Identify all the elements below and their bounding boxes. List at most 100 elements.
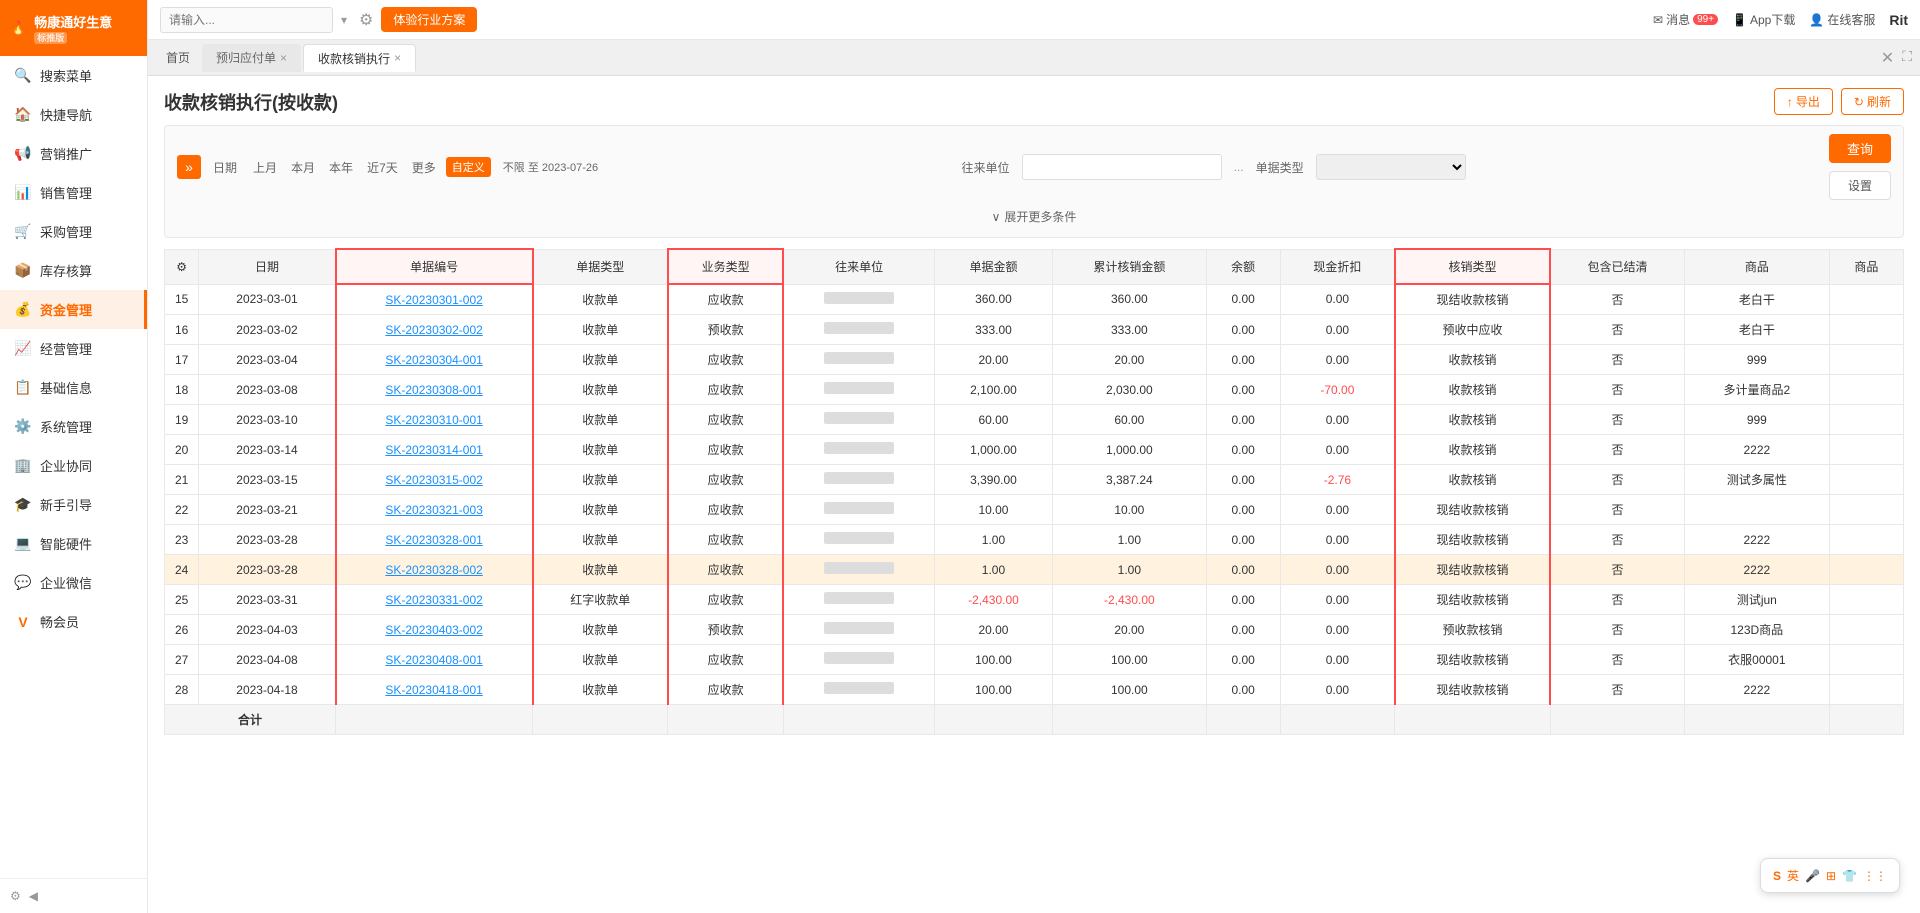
online-service-action[interactable]: 👤 在线客服 (1809, 11, 1875, 28)
code-link[interactable]: SK-20230308-001 (385, 383, 482, 397)
cell-goods1: 123D商品 (1685, 615, 1830, 645)
tab-payable[interactable]: 预归应付单 × (202, 44, 301, 72)
cell-bill-type: 收款单 (533, 615, 668, 645)
cell-date: 2023-03-08 (199, 375, 336, 405)
refresh-button[interactable]: ↻ 刷新 (1841, 88, 1904, 115)
code-link[interactable]: SK-20230314-001 (385, 443, 482, 457)
cell-amount: 20.00 (934, 345, 1052, 375)
user-name: Rit (1889, 12, 1908, 28)
sidebar-label-marketing: 营销推广 (40, 144, 92, 163)
cell-date: 2023-03-14 (199, 435, 336, 465)
maximize-window-icon[interactable]: ⛶ (1902, 48, 1912, 68)
tab-collection[interactable]: 收款核销执行 × (303, 44, 416, 72)
more-date-btn[interactable]: 更多 (408, 157, 440, 178)
cell-date: 2023-04-08 (199, 645, 336, 675)
sidebar-item-enterprise[interactable]: 🏢 企业协同 (0, 446, 147, 485)
code-link[interactable]: SK-20230304-001 (385, 353, 482, 367)
custom-date-btn[interactable]: 自定义 (446, 157, 491, 177)
settings-bottom-icon[interactable]: ⚙ (10, 889, 21, 903)
sidebar-item-hardware[interactable]: 💻 智能硬件 (0, 524, 147, 563)
cell-settled: 否 (1550, 284, 1684, 315)
app-download-action[interactable]: 📱 App下载 (1732, 11, 1795, 28)
cell-goods1: 999 (1685, 345, 1830, 375)
cell-cum-amount: 1.00 (1053, 525, 1206, 555)
col-setting-header[interactable]: ⚙ (165, 249, 199, 284)
messages-badge: 99+ (1693, 14, 1718, 25)
cell-bill-type: 收款单 (533, 345, 668, 375)
tab-payable-close[interactable]: × (280, 51, 287, 65)
sidebar-item-beginner[interactable]: 🎓 新手引导 (0, 485, 147, 524)
sidebar-item-basic-info[interactable]: 📋 基础信息 (0, 368, 147, 407)
cell-amount: 1.00 (934, 555, 1052, 585)
date-options: 上月 本月 本年 近7天 更多 自定义 (249, 157, 491, 178)
cell-amount: 333.00 (934, 315, 1052, 345)
last-7days-btn[interactable]: 近7天 (363, 157, 402, 178)
solution-button[interactable]: 体验行业方案 (381, 7, 477, 32)
filter-toggle-button[interactable]: » (177, 155, 201, 179)
code-link[interactable]: SK-20230315-002 (385, 473, 482, 487)
cell-bill-type: 收款单 (533, 555, 668, 585)
topbar-search-input[interactable] (160, 7, 333, 33)
filter-bar: » 日期 上月 本月 本年 近7天 更多 自定义 不限 至 2023-07-26… (164, 125, 1904, 238)
code-link[interactable]: SK-20230328-002 (385, 563, 482, 577)
filter-settings-button[interactable]: 设置 (1829, 171, 1891, 200)
sidebar-item-system[interactable]: ⚙️ 系统管理 (0, 407, 147, 446)
type-filter-select[interactable] (1316, 154, 1466, 180)
cell-amount: 1,000.00 (934, 435, 1052, 465)
sidebar-item-finance[interactable]: 💰 资金管理 (0, 290, 147, 329)
cell-settled: 否 (1550, 675, 1684, 705)
code-link[interactable]: SK-20230302-002 (385, 323, 482, 337)
this-month-btn[interactable]: 本月 (287, 157, 319, 178)
code-link[interactable]: SK-20230310-001 (385, 413, 482, 427)
query-button[interactable]: 查询 (1829, 134, 1891, 163)
cell-date: 2023-03-21 (199, 495, 336, 525)
code-link[interactable]: SK-20230408-001 (385, 653, 482, 667)
tab-home[interactable]: 首页 (156, 49, 200, 66)
unit-filter-input[interactable] (1022, 154, 1222, 180)
sidebar-item-marketing[interactable]: 📢 营销推广 (0, 134, 147, 173)
sidebar-item-purchase[interactable]: 🛒 采购管理 (0, 212, 147, 251)
cell-settled: 否 (1550, 615, 1684, 645)
sidebar-label-purchase: 采购管理 (40, 222, 92, 241)
cell-biz-type: 应收款 (668, 435, 784, 465)
sidebar-item-inventory[interactable]: 📦 库存核算 (0, 251, 147, 290)
sidebar-item-search[interactable]: 🔍 搜索菜单 (0, 56, 147, 95)
col-balance-header: 余额 (1206, 249, 1280, 284)
cell-biz-type: 应收款 (668, 555, 784, 585)
user-profile[interactable]: Rit (1889, 12, 1908, 28)
page-header: 收款核销执行(按收款) ↑ 导出 ↻ 刷新 (148, 76, 1920, 115)
cell-goods1 (1685, 495, 1830, 525)
messages-action[interactable]: ✉ 消息 99+ (1653, 11, 1718, 28)
cell-code: SK-20230328-001 (336, 525, 533, 555)
topbar-gear-icon[interactable]: ⚙ (359, 10, 373, 30)
cell-unit (783, 525, 934, 555)
footer-label: 合计 (165, 705, 336, 735)
cell-discount: 0.00 (1280, 525, 1395, 555)
cell-code: SK-20230301-002 (336, 284, 533, 315)
cell-unit (783, 585, 934, 615)
expand-filter-btn[interactable]: ∨ 展开更多条件 (177, 204, 1891, 229)
cell-unit (783, 345, 934, 375)
footer-balance-cell (1206, 705, 1280, 735)
sidebar-item-sales[interactable]: 📊 销售管理 (0, 173, 147, 212)
export-button[interactable]: ↑ 导出 (1774, 88, 1833, 115)
code-link[interactable]: SK-20230301-002 (385, 293, 482, 307)
code-link[interactable]: SK-20230328-001 (385, 533, 482, 547)
sidebar-item-operations[interactable]: 📈 经营管理 (0, 329, 147, 368)
close-window-icon[interactable]: ✕ (1881, 48, 1894, 68)
sidebar-item-member[interactable]: V 畅会员 (0, 602, 147, 641)
sidebar-item-quick-nav[interactable]: 🏠 快捷导航 (0, 95, 147, 134)
code-link[interactable]: SK-20230403-002 (385, 623, 482, 637)
cell-discount: 0.00 (1280, 675, 1395, 705)
code-link[interactable]: SK-20230418-001 (385, 683, 482, 697)
purchase-icon: 🛒 (14, 223, 32, 241)
last-month-btn[interactable]: 上月 (249, 157, 281, 178)
code-link[interactable]: SK-20230321-003 (385, 503, 482, 517)
topbar-dropdown-arrow[interactable]: ▾ (341, 13, 347, 27)
code-link[interactable]: SK-20230331-002 (385, 593, 482, 607)
sidebar-item-wechat[interactable]: 💬 企业微信 (0, 563, 147, 602)
collapse-icon[interactable]: ◀ (29, 889, 38, 903)
cell-discount: 0.00 (1280, 495, 1395, 525)
this-year-btn[interactable]: 本年 (325, 157, 357, 178)
tab-collection-close[interactable]: × (394, 51, 401, 65)
